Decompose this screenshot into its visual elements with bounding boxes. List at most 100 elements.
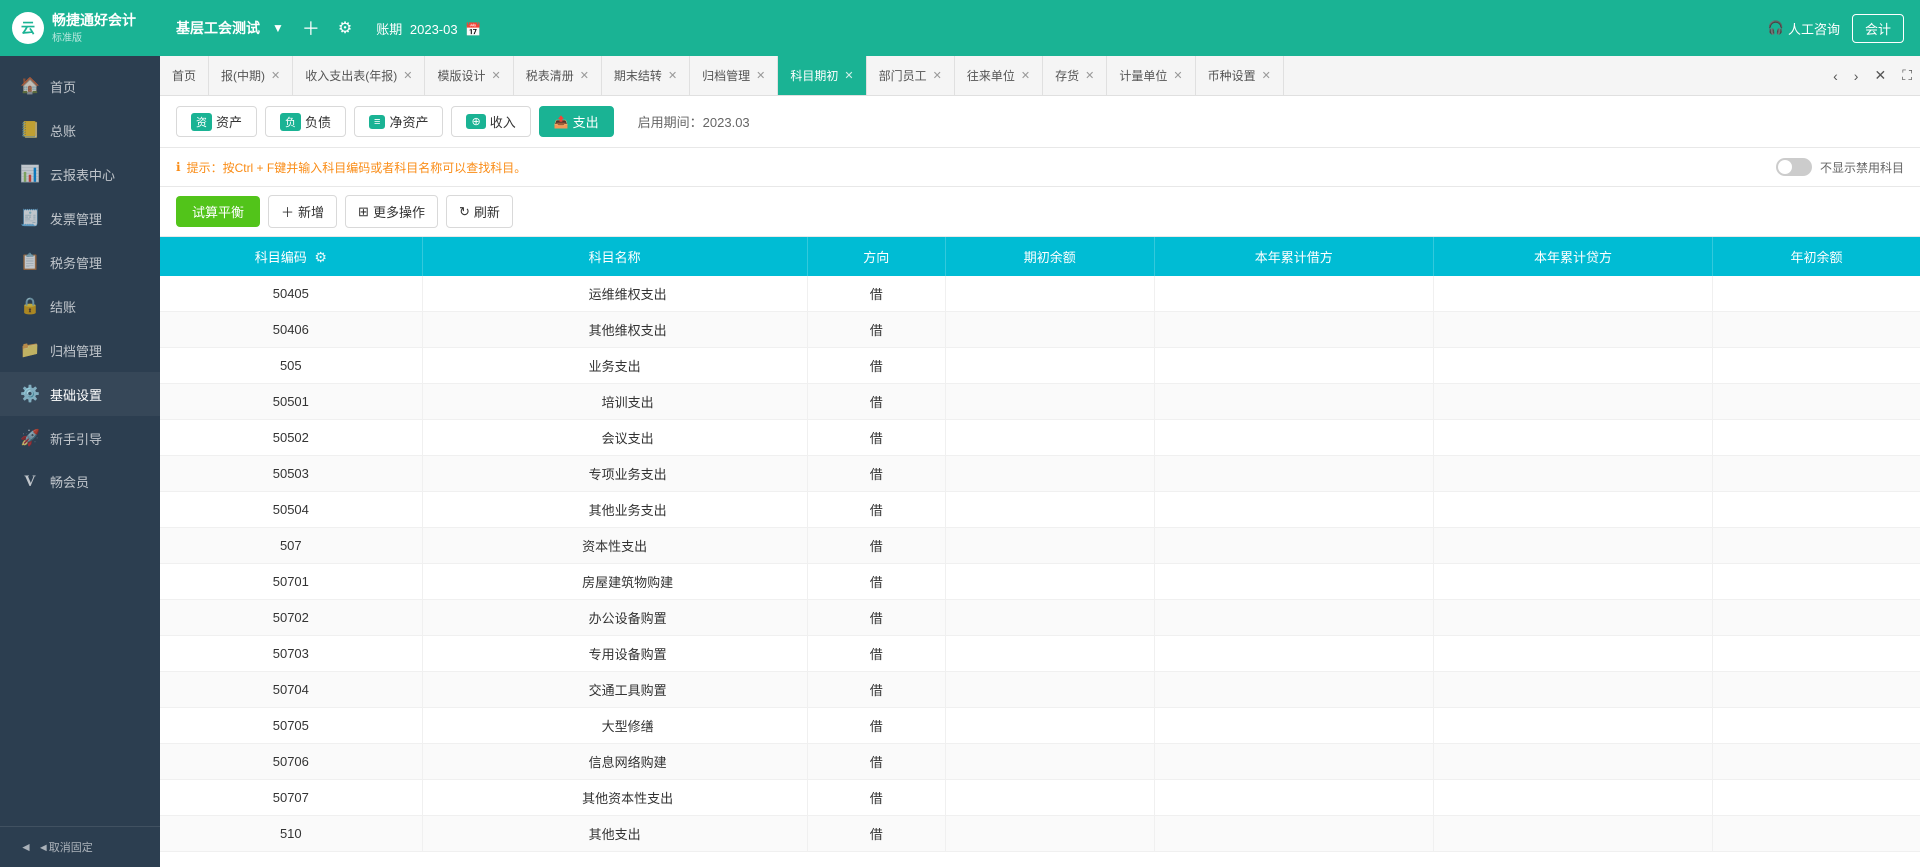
table-row[interactable]: 50701 房屋建筑物购建 借 xyxy=(160,564,1920,600)
sidebar-item-member[interactable]: V 畅会员 xyxy=(0,460,160,503)
cell-balance-init xyxy=(945,276,1154,312)
add-button[interactable]: ＋ 新增 xyxy=(268,195,337,228)
table-row[interactable]: 50706 信息网络购建 借 xyxy=(160,744,1920,780)
sidebar-item-home[interactable]: 🏠 首页 xyxy=(0,64,160,108)
tab-template[interactable]: 模版设计 ✕ xyxy=(425,56,513,96)
tab-close-icon[interactable]: ✕ xyxy=(933,69,942,82)
cell-balance-init xyxy=(945,348,1154,384)
table-row[interactable]: 50406 其他维权支出 借 xyxy=(160,312,1920,348)
tab-scroll-right[interactable]: › xyxy=(1846,56,1867,96)
add-company-button[interactable]: ＋ xyxy=(296,15,326,41)
sidebar-item-settings[interactable]: ⚙️ 基础设置 xyxy=(0,372,160,416)
tab-income-annual[interactable]: 收入支出表(年报) ✕ xyxy=(293,56,425,96)
col-settings-icon[interactable]: ⚙ xyxy=(314,249,327,265)
tab-unit[interactable]: 计量单位 ✕ xyxy=(1107,56,1195,96)
cell-direction: 借 xyxy=(807,708,945,744)
tab-midterm[interactable]: 报(中期) ✕ xyxy=(209,56,293,96)
tab-close-icon[interactable]: ✕ xyxy=(271,69,280,82)
table-row[interactable]: 50504 其他业务支出 借 xyxy=(160,492,1920,528)
tab-close-icon[interactable]: ✕ xyxy=(1085,69,1094,82)
cell-year-balance xyxy=(1713,420,1920,456)
subtab-income[interactable]: ⊕ 收入 xyxy=(451,106,530,137)
table-row[interactable]: 510 其他支出 借 xyxy=(160,816,1920,852)
table-row[interactable]: 505 业务支出 借 xyxy=(160,348,1920,384)
subtab-net-assets[interactable]: ≡ 净资产 xyxy=(354,106,443,137)
member-icon: V xyxy=(20,473,40,491)
tab-scroll-left[interactable]: ‹ xyxy=(1825,56,1846,96)
table-row[interactable]: 50703 专用设备购置 借 xyxy=(160,636,1920,672)
tab-close-icon[interactable]: ✕ xyxy=(844,69,853,82)
tab-close-icon[interactable]: ✕ xyxy=(403,69,412,82)
tab-close-icon[interactable]: ✕ xyxy=(756,69,765,82)
tab-counterparty[interactable]: 往来单位 ✕ xyxy=(955,56,1043,96)
support-button[interactable]: 🎧 人工咨询 xyxy=(1768,19,1840,38)
header-settings-icon[interactable]: ⚙ xyxy=(338,18,352,38)
table-row[interactable]: 507 资本性支出 借 xyxy=(160,528,1920,564)
sidebar-item-label: 总账 xyxy=(50,121,76,140)
tab-close-icon[interactable]: ✕ xyxy=(1262,69,1271,82)
sidebar-item-label: 归档管理 xyxy=(50,341,102,360)
cell-year-debit xyxy=(1154,780,1433,816)
cell-name: 业务支出 xyxy=(422,348,807,384)
subtab-label: 负债 xyxy=(305,112,331,131)
table-row[interactable]: 50702 办公设备购置 借 xyxy=(160,600,1920,636)
sidebar-item-guide[interactable]: 🚀 新手引导 xyxy=(0,416,160,460)
sidebar-item-reports[interactable]: 📊 云报表中心 xyxy=(0,152,160,196)
cell-balance-init xyxy=(945,600,1154,636)
table-row[interactable]: 50503 专项业务支出 借 xyxy=(160,456,1920,492)
cell-year-balance xyxy=(1713,600,1920,636)
reports-icon: 📊 xyxy=(20,164,40,184)
table-row[interactable]: 50705 大型修缮 借 xyxy=(160,708,1920,744)
tab-dept-staff[interactable]: 部门员工 ✕ xyxy=(867,56,955,96)
tab-period-end[interactable]: 期末结转 ✕ xyxy=(602,56,690,96)
cell-year-debit xyxy=(1154,276,1433,312)
table-container[interactable]: 科目编码 ⚙ 科目名称 方向 期初余额 本年累计借方 本年累计贷方 年初余额 5… xyxy=(160,237,1920,867)
tab-close-icon[interactable]: ✕ xyxy=(1021,69,1030,82)
tab-close-icon[interactable]: ✕ xyxy=(668,69,677,82)
cell-year-credit xyxy=(1433,744,1712,780)
tab-close-all[interactable]: ✕ xyxy=(1866,56,1894,96)
company-dropdown[interactable]: ▼ xyxy=(272,21,284,35)
table-row[interactable]: 50704 交通工具购置 借 xyxy=(160,672,1920,708)
refresh-button[interactable]: ↻ 刷新 xyxy=(446,195,513,228)
balance-button[interactable]: 试算平衡 xyxy=(176,196,260,227)
tab-inventory[interactable]: 存货 ✕ xyxy=(1043,56,1107,96)
cell-code: 50703 xyxy=(160,636,422,672)
sidebar-item-tax[interactable]: 📋 税务管理 xyxy=(0,240,160,284)
tab-tax-clear[interactable]: 税表清册 ✕ xyxy=(514,56,602,96)
table-row[interactable]: 50707 其他资本性支出 借 xyxy=(160,780,1920,816)
subtab-asset[interactable]: 资 资产 xyxy=(176,106,257,137)
sidebar-item-close[interactable]: 🔒 结账 xyxy=(0,284,160,328)
tab-subject-init[interactable]: 科目期初 ✕ xyxy=(778,56,866,96)
table-row[interactable]: 50502 会议支出 借 xyxy=(160,420,1920,456)
cell-code: 50705 xyxy=(160,708,422,744)
cell-direction: 借 xyxy=(807,780,945,816)
disable-toggle[interactable] xyxy=(1776,158,1812,176)
calendar-icon[interactable]: 📅 xyxy=(465,22,481,37)
tab-expand[interactable]: ⛶ xyxy=(1894,56,1920,96)
cell-balance-init xyxy=(945,564,1154,600)
tab-nav-controls: ‹ › ✕ ⛶ xyxy=(1825,56,1920,96)
tab-archive[interactable]: 归档管理 ✕ xyxy=(690,56,778,96)
subtab-expense[interactable]: 📤 支出 xyxy=(539,106,614,137)
sidebar-item-invoice[interactable]: 🧾 发票管理 xyxy=(0,196,160,240)
cell-year-credit xyxy=(1433,600,1712,636)
tab-close-icon[interactable]: ✕ xyxy=(580,69,589,82)
table-row[interactable]: 50405 运维维权支出 借 xyxy=(160,276,1920,312)
more-button[interactable]: ⊞ 更多操作 xyxy=(345,195,438,228)
cell-year-balance xyxy=(1713,276,1920,312)
subtab-liability[interactable]: 负 负债 xyxy=(265,106,346,137)
sidebar-item-ledger[interactable]: 📒 总账 xyxy=(0,108,160,152)
tab-close-icon[interactable]: ✕ xyxy=(491,69,500,82)
tab-currency[interactable]: 币种设置 ✕ xyxy=(1196,56,1284,96)
sidebar-item-archive[interactable]: 📁 归档管理 xyxy=(0,328,160,372)
cell-name: 运维维权支出 xyxy=(422,276,807,312)
sidebar-collapse[interactable]: ◄ ◄取消固定 xyxy=(0,826,160,867)
col-direction: 方向 xyxy=(807,237,945,276)
cell-balance-init xyxy=(945,744,1154,780)
user-button[interactable]: 会计 xyxy=(1852,14,1904,43)
tab-close-icon[interactable]: ✕ xyxy=(1173,69,1182,82)
table-row[interactable]: 50501 培训支出 借 xyxy=(160,384,1920,420)
tab-label: 税表清册 xyxy=(526,67,574,84)
tab-home[interactable]: 首页 xyxy=(160,56,209,96)
